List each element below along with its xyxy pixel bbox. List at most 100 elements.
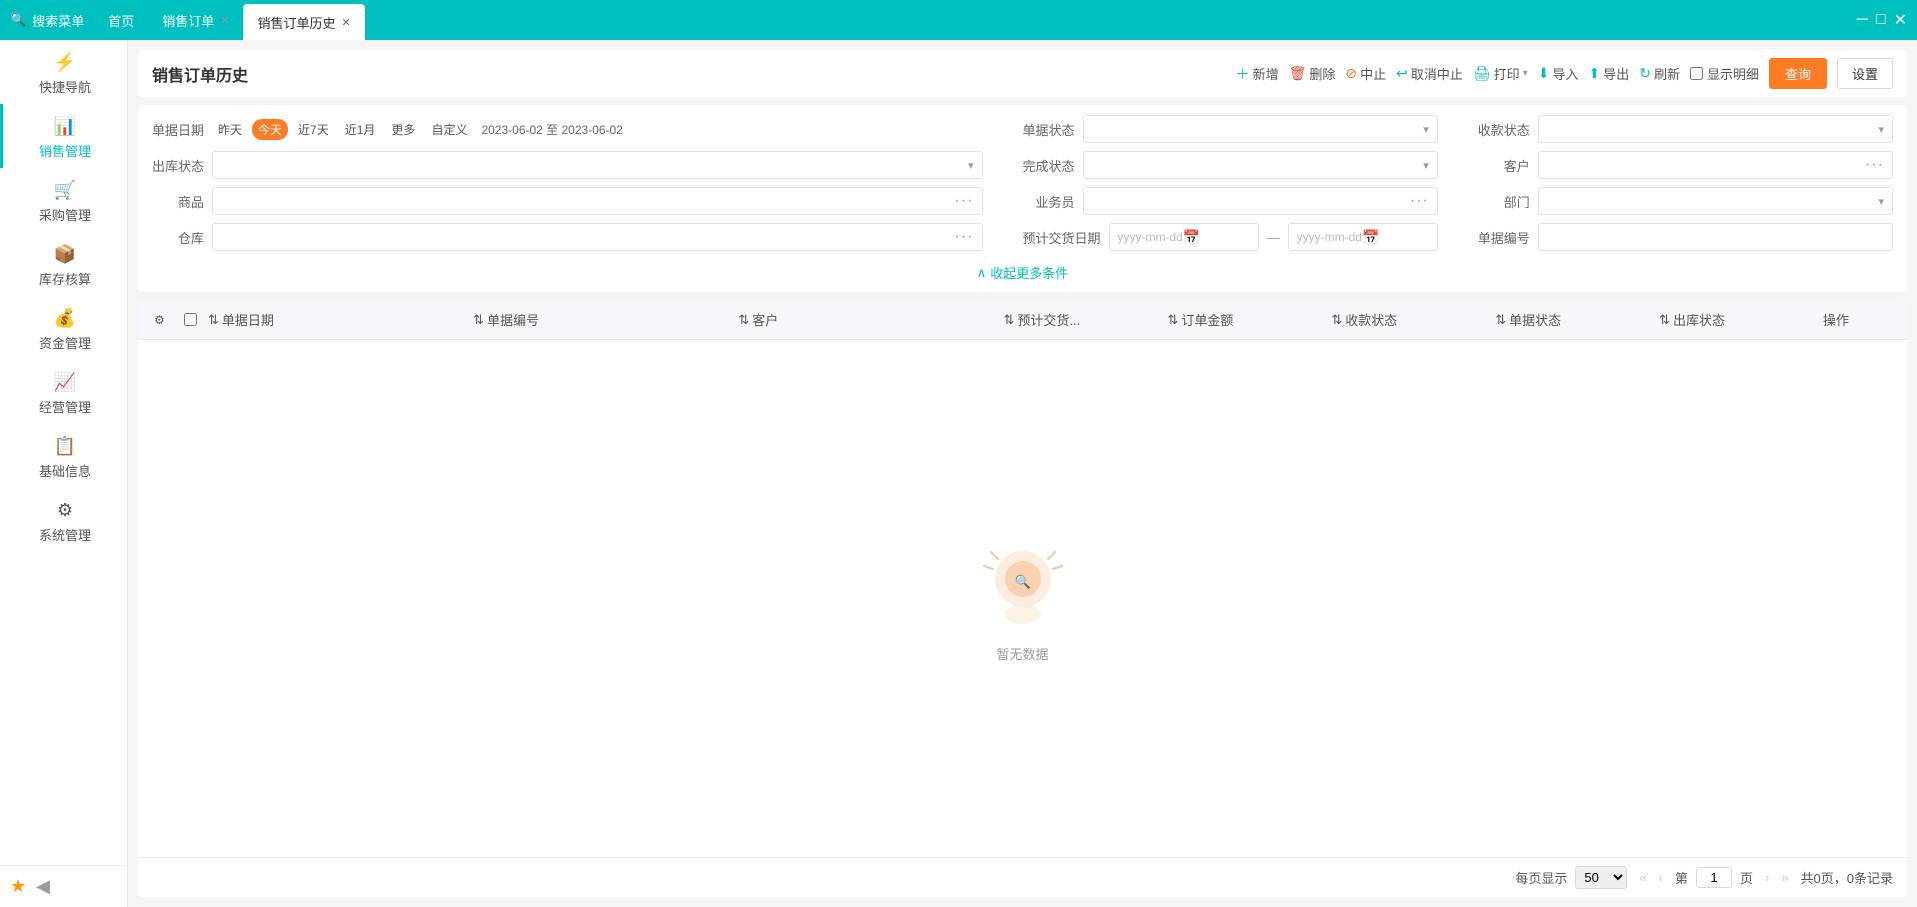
filter-row-4: 仓库 ··· 预计交货日期 yyyy-mm-dd 📅 — (152, 223, 1893, 251)
date-label: 单据日期 (152, 120, 212, 139)
cancel-stop-icon: ↩ (1396, 65, 1408, 82)
inventory-icon: 📦 (54, 244, 76, 265)
sidebar-settings-icon[interactable]: ★ (10, 876, 26, 897)
page-label-after: 页 (1736, 866, 1757, 889)
stop-button[interactable]: ⊘ 中止 (1345, 64, 1386, 83)
th-number[interactable]: ⇅ 单据编号 (467, 310, 732, 329)
pill-1month[interactable]: 近1月 (339, 119, 382, 140)
date-pills: 昨天 今天 近7天 近1月 更多 自定义 (212, 119, 473, 140)
cancel-stop-button[interactable]: ↩ 取消中止 (1396, 64, 1463, 83)
pill-custom[interactable]: 自定义 (425, 119, 473, 140)
delete-button[interactable]: 🗑 删除 (1289, 64, 1336, 83)
sidebar-item-operations[interactable]: 📈经营管理 (0, 360, 127, 424)
main-layout: ⚡快捷导航📊销售管理🛒采购管理 📦 库存核算 💰资金管理📈经营管理📋基础信息⚙系统管理… (0, 40, 1917, 907)
delete-icon: 🗑 (1289, 65, 1307, 82)
th-settings[interactable]: ⚙ (148, 313, 178, 327)
calendar-end-icon[interactable]: 📅 (1362, 229, 1379, 246)
completion-status-label: 完成状态 (1023, 156, 1083, 175)
th-delivery-status-label: 出库状态 (1673, 310, 1725, 329)
query-button[interactable]: 查询 (1769, 58, 1827, 89)
th-checkbox[interactable] (178, 313, 202, 326)
quick-nav-icon: ⚡ (54, 52, 76, 73)
new-icon: ＋ (1236, 64, 1250, 84)
collapse-more[interactable]: ∧ 收起更多条件 (152, 259, 1893, 282)
new-button[interactable]: ＋ 新增 (1236, 64, 1279, 84)
tab-close-icon[interactable]: ✕ (220, 14, 229, 27)
pill-more[interactable]: 更多 (385, 119, 421, 140)
maximize-icon[interactable]: □ (1876, 11, 1886, 29)
print-button[interactable]: 🖨 打印 ▾ (1473, 64, 1528, 83)
select-all-checkbox[interactable] (184, 313, 197, 326)
prev-page-button[interactable]: ‹ (1655, 868, 1667, 887)
th-amount[interactable]: ⇅ 订单金额 (1161, 310, 1325, 329)
tab-销售订单[interactable]: 销售订单✕ (148, 0, 243, 40)
department-label: 部门 (1478, 192, 1538, 211)
th-actions: 操作 (1817, 310, 1897, 329)
sidebar-item-basic[interactable]: 📋基础信息 (0, 424, 127, 488)
sidebar-label-inventory: 库存核算 (39, 269, 91, 288)
pill-today[interactable]: 今天 (252, 119, 288, 140)
close-icon[interactable]: ✕ (1894, 10, 1907, 30)
sidebar-item-finance[interactable]: 💰资金管理 (0, 296, 127, 360)
next-page-button[interactable]: › (1761, 868, 1773, 887)
th-customer[interactable]: ⇅ 客户 (732, 310, 997, 329)
sidebar-item-quick-nav[interactable]: ⚡快捷导航 (0, 40, 127, 104)
sidebar-item-sales[interactable]: 📊销售管理 (0, 104, 127, 168)
tab-close-icon[interactable]: ✕ (341, 16, 350, 29)
delivery-date-end[interactable]: yyyy-mm-dd 📅 (1288, 223, 1438, 251)
calendar-start-icon[interactable]: 📅 (1183, 229, 1200, 246)
sort-icon-delivery: ⇅ (1004, 312, 1015, 328)
customer-input[interactable]: ··· (1538, 151, 1893, 179)
delivery-status-arrow-icon: ▾ (968, 159, 974, 172)
th-date[interactable]: ⇅ 单据日期 (202, 310, 467, 329)
th-delivery[interactable]: ⇅ 预计交货... (998, 310, 1162, 329)
th-payment-label: 收款状态 (1345, 310, 1397, 329)
sort-icon-order: ⇅ (1495, 312, 1506, 328)
basic-icon: 📋 (54, 436, 76, 457)
delivery-date-start[interactable]: yyyy-mm-dd 📅 (1109, 223, 1259, 251)
first-page-button[interactable]: « (1635, 868, 1650, 887)
purchase-icon: 🛒 (54, 180, 76, 201)
order-number-input[interactable] (1538, 223, 1893, 251)
th-delivery-status[interactable]: ⇅ 出库状态 (1653, 310, 1817, 329)
page-nav: « ‹ 第 页 › » (1635, 866, 1792, 889)
last-page-button[interactable]: » (1777, 868, 1792, 887)
th-payment-status[interactable]: ⇅ 收款状态 (1325, 310, 1489, 329)
tab-首页[interactable]: 首页 (94, 0, 148, 40)
svg-text:🔍: 🔍 (1014, 573, 1030, 589)
page-header: 销售订单历史 ＋ 新增 🗑 删除 ⊘ 中止 ↩ 取消中止 (138, 50, 1907, 97)
import-button[interactable]: ⬇ 导入 (1538, 64, 1579, 83)
display-details-checkbox[interactable] (1690, 67, 1703, 80)
salesperson-input[interactable]: ··· (1083, 187, 1438, 215)
completion-status-select[interactable]: ▾ (1083, 151, 1438, 179)
product-input[interactable]: ··· (212, 187, 983, 215)
filter-row-2: 出库状态 ▾ 完成状态 ▾ 客户 ··· (152, 151, 1893, 179)
delivery-status-select[interactable]: ▾ (212, 151, 982, 179)
new-label: 新增 (1253, 64, 1279, 83)
department-select[interactable]: ▾ (1538, 187, 1893, 215)
page-size-select[interactable]: 50 10 20 100 (1575, 866, 1627, 889)
sidebar-collapse-icon[interactable]: ◀ (36, 876, 50, 897)
search-menu[interactable]: 🔍 搜索菜单 (0, 0, 94, 40)
tab-销售订单历史[interactable]: 销售订单历史✕ (243, 4, 364, 40)
minimize-icon[interactable]: ─ (1857, 11, 1868, 29)
sidebar-items: ⚡快捷导航📊销售管理🛒采购管理 📦 库存核算 💰资金管理📈经营管理📋基础信息⚙系统管理 (0, 40, 127, 552)
payment-status-select[interactable]: ▾ (1538, 115, 1893, 143)
sidebar-item-purchase[interactable]: 🛒采购管理 (0, 168, 127, 232)
filter-row-1: 单据日期 昨天 今天 近7天 近1月 更多 自定义 2023-06-02 至 2… (152, 115, 1893, 143)
filter-salesperson: 业务员 ··· (1023, 187, 1438, 215)
warehouse-input[interactable]: ··· (212, 223, 983, 251)
settings-button[interactable]: 设置 (1837, 58, 1893, 89)
print-arrow-icon: ▾ (1523, 68, 1528, 79)
date-placeholder-end: yyyy-mm-dd (1297, 230, 1362, 244)
order-status-select[interactable]: ▾ (1083, 115, 1438, 143)
export-button[interactable]: ⬆ 导出 (1588, 64, 1629, 83)
sidebar-item-inventory[interactable]: 📦 库存核算 (0, 232, 127, 296)
sidebar-item-system[interactable]: ⚙系统管理 (0, 488, 127, 552)
page-input[interactable] (1696, 867, 1732, 888)
refresh-button[interactable]: ↻ 刷新 (1639, 64, 1680, 83)
pill-yesterday[interactable]: 昨天 (212, 119, 248, 140)
th-order-status[interactable]: ⇅ 单据状态 (1489, 310, 1653, 329)
display-details-toggle[interactable]: 显示明细 (1690, 64, 1759, 83)
pill-7days[interactable]: 近7天 (292, 119, 335, 140)
